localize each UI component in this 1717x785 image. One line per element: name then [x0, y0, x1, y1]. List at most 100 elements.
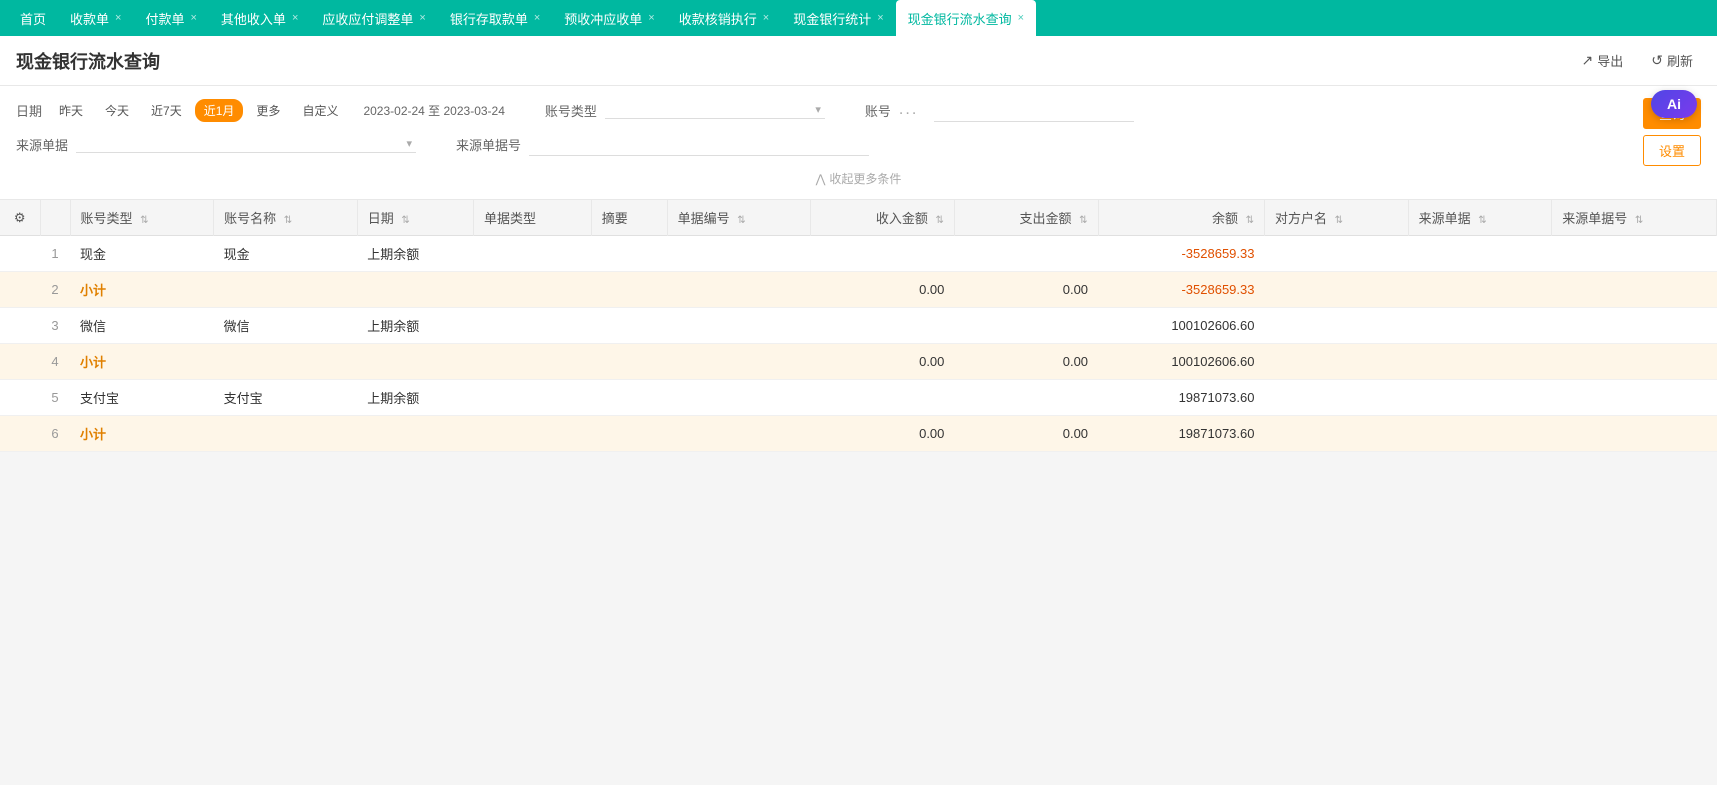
th-account-type[interactable]: 账号类型 ⇅ [70, 200, 214, 236]
close-receipts-icon[interactable]: × [115, 12, 121, 24]
nav-item-payments[interactable]: 付款单 × [133, 0, 208, 36]
date-today[interactable]: 今天 [96, 99, 138, 122]
td-doc-type [473, 272, 591, 308]
source-doc-filter-field: 来源单据 ▾ [16, 135, 416, 154]
gear-icon: ⚙ [14, 210, 26, 225]
nav-item-receipts[interactable]: 收款单 × [58, 0, 133, 36]
sort-expense-icon: ⇅ [1079, 215, 1087, 226]
td-account-type: 小计 [70, 344, 214, 380]
td-doc-type [473, 308, 591, 344]
td-expense: 0.00 [954, 416, 1098, 452]
th-doc-no[interactable]: 单据编号 ⇅ [667, 200, 811, 236]
td-source-doc [1408, 308, 1552, 344]
nav-item-bank-deposit[interactable]: 银行存取款单 × [438, 0, 552, 36]
close-other-income-icon[interactable]: × [292, 12, 298, 24]
th-date[interactable]: 日期 ⇅ [357, 200, 473, 236]
source-doc-no-input[interactable] [529, 132, 869, 156]
nav-item-cash-bank-stat[interactable]: 现金银行统计 × [781, 0, 895, 36]
sort-account-type-icon: ⇅ [140, 215, 148, 226]
td-doc-no [667, 236, 811, 272]
account-type-select[interactable]: ▾ [605, 101, 825, 119]
page-header: 现金银行流水查询 ↗ 导出 ↺ 刷新 [0, 36, 1717, 86]
account-input[interactable] [934, 98, 1134, 122]
td-account-name: 支付宝 [214, 380, 358, 416]
refresh-icon: ↺ [1651, 52, 1663, 69]
table-row[interactable]: 6 小计 0.00 0.00 19871073.60 [0, 416, 1717, 452]
date-1month[interactable]: 近1月 [195, 99, 244, 122]
td-source-doc [1408, 344, 1552, 380]
source-doc-select[interactable]: ▾ [76, 135, 416, 153]
source-doc-chevron-icon: ▾ [406, 137, 412, 150]
td-expense [954, 236, 1098, 272]
date-filter-field: 日期 昨天 今天 近7天 近1月 更多 自定义 2023-02-24 至 202… [16, 99, 505, 122]
sort-balance-icon: ⇅ [1246, 215, 1254, 226]
close-ar-adjust-icon[interactable]: × [419, 12, 425, 24]
td-counterpart [1264, 344, 1408, 380]
td-balance: -3528659.33 [1098, 236, 1264, 272]
date-7days[interactable]: 近7天 [142, 99, 191, 122]
close-payments-icon[interactable]: × [190, 12, 196, 24]
td-doc-type [473, 416, 591, 452]
th-account-name[interactable]: 账号名称 ⇅ [214, 200, 358, 236]
table-row[interactable]: 1 现金 现金 上期余额 -3528659.33 [0, 236, 1717, 272]
close-cash-bank-flow-icon[interactable]: × [1018, 12, 1024, 24]
th-source-doc[interactable]: 来源单据 ⇅ [1408, 200, 1552, 236]
settings-button[interactable]: 设置 [1643, 135, 1701, 166]
td-source-doc [1408, 380, 1552, 416]
td-income: 0.00 [811, 272, 955, 308]
td-row-num: 2 [40, 272, 70, 308]
table-row[interactable]: 2 小计 0.00 0.00 -3528659.33 [0, 272, 1717, 308]
td-account-name: 现金 [214, 236, 358, 272]
table-row[interactable]: 4 小计 0.00 0.00 100102606.60 [0, 344, 1717, 380]
td-expense [954, 308, 1098, 344]
td-date [357, 416, 473, 452]
td-counterpart [1264, 380, 1408, 416]
th-counterpart[interactable]: 对方户名 ⇅ [1264, 200, 1408, 236]
nav-item-cash-bank-flow[interactable]: 现金银行流水查询 × [896, 0, 1036, 36]
date-more[interactable]: 更多 [247, 99, 289, 122]
nav-item-ar-adjust[interactable]: 应收应付调整单 × [310, 0, 437, 36]
date-yesterday[interactable]: 昨天 [50, 99, 92, 122]
td-source-doc-no [1552, 236, 1717, 272]
th-summary: 摘要 [591, 200, 667, 236]
td-source-doc [1408, 416, 1552, 452]
close-advance-offset-icon[interactable]: × [648, 12, 654, 24]
date-custom[interactable]: 自定义 [293, 99, 347, 122]
th-source-doc-no[interactable]: 来源单据号 ⇅ [1552, 200, 1717, 236]
close-cash-bank-stat-icon[interactable]: × [877, 12, 883, 24]
nav-home[interactable]: 首页 [8, 0, 58, 36]
td-settings [0, 236, 40, 272]
th-row-num [40, 200, 70, 236]
nav-item-collect-verify[interactable]: 收款核销执行 × [667, 0, 781, 36]
nav-item-advance-offset[interactable]: 预收冲应收单 × [552, 0, 666, 36]
nav-item-other-income[interactable]: 其他收入单 × [209, 0, 310, 36]
td-doc-type [473, 344, 591, 380]
table-row[interactable]: 3 微信 微信 上期余额 100102606.60 [0, 308, 1717, 344]
source-doc-no-filter-field: 来源单据号 [456, 132, 869, 156]
close-bank-deposit-icon[interactable]: × [534, 12, 540, 24]
th-balance[interactable]: 余额 ⇅ [1098, 200, 1264, 236]
close-collect-verify-icon[interactable]: × [763, 12, 769, 24]
collapse-bar[interactable]: ⋀ 收起更多条件 [16, 170, 1701, 187]
td-expense: 0.00 [954, 272, 1098, 308]
account-filter-field: 账号 ... [865, 98, 1134, 122]
th-settings[interactable]: ⚙ [0, 200, 40, 236]
refresh-button[interactable]: ↺ 刷新 [1643, 47, 1701, 74]
th-expense[interactable]: 支出金额 ⇅ [954, 200, 1098, 236]
ai-button[interactable]: Ai [1651, 90, 1697, 118]
filter-main: 日期 昨天 今天 近7天 近1月 更多 自定义 2023-02-24 至 202… [16, 98, 1701, 166]
table-container: ⚙ 账号类型 ⇅ 账号名称 ⇅ 日期 ⇅ 单据类型 [0, 200, 1717, 452]
td-settings [0, 416, 40, 452]
th-income[interactable]: 收入金额 ⇅ [811, 200, 955, 236]
table-row[interactable]: 5 支付宝 支付宝 上期余额 19871073.60 [0, 380, 1717, 416]
page-title: 现金银行流水查询 [16, 48, 160, 74]
td-date [357, 344, 473, 380]
account-type-label: 账号类型 [545, 101, 597, 120]
account-dots[interactable]: ... [899, 101, 918, 119]
td-income: 0.00 [811, 344, 955, 380]
td-date: 上期余额 [357, 236, 473, 272]
sort-income-icon: ⇅ [936, 215, 944, 226]
export-button[interactable]: ↗ 导出 [1574, 47, 1632, 74]
td-source-doc-no [1552, 344, 1717, 380]
table-header-row: ⚙ 账号类型 ⇅ 账号名称 ⇅ 日期 ⇅ 单据类型 [0, 200, 1717, 236]
